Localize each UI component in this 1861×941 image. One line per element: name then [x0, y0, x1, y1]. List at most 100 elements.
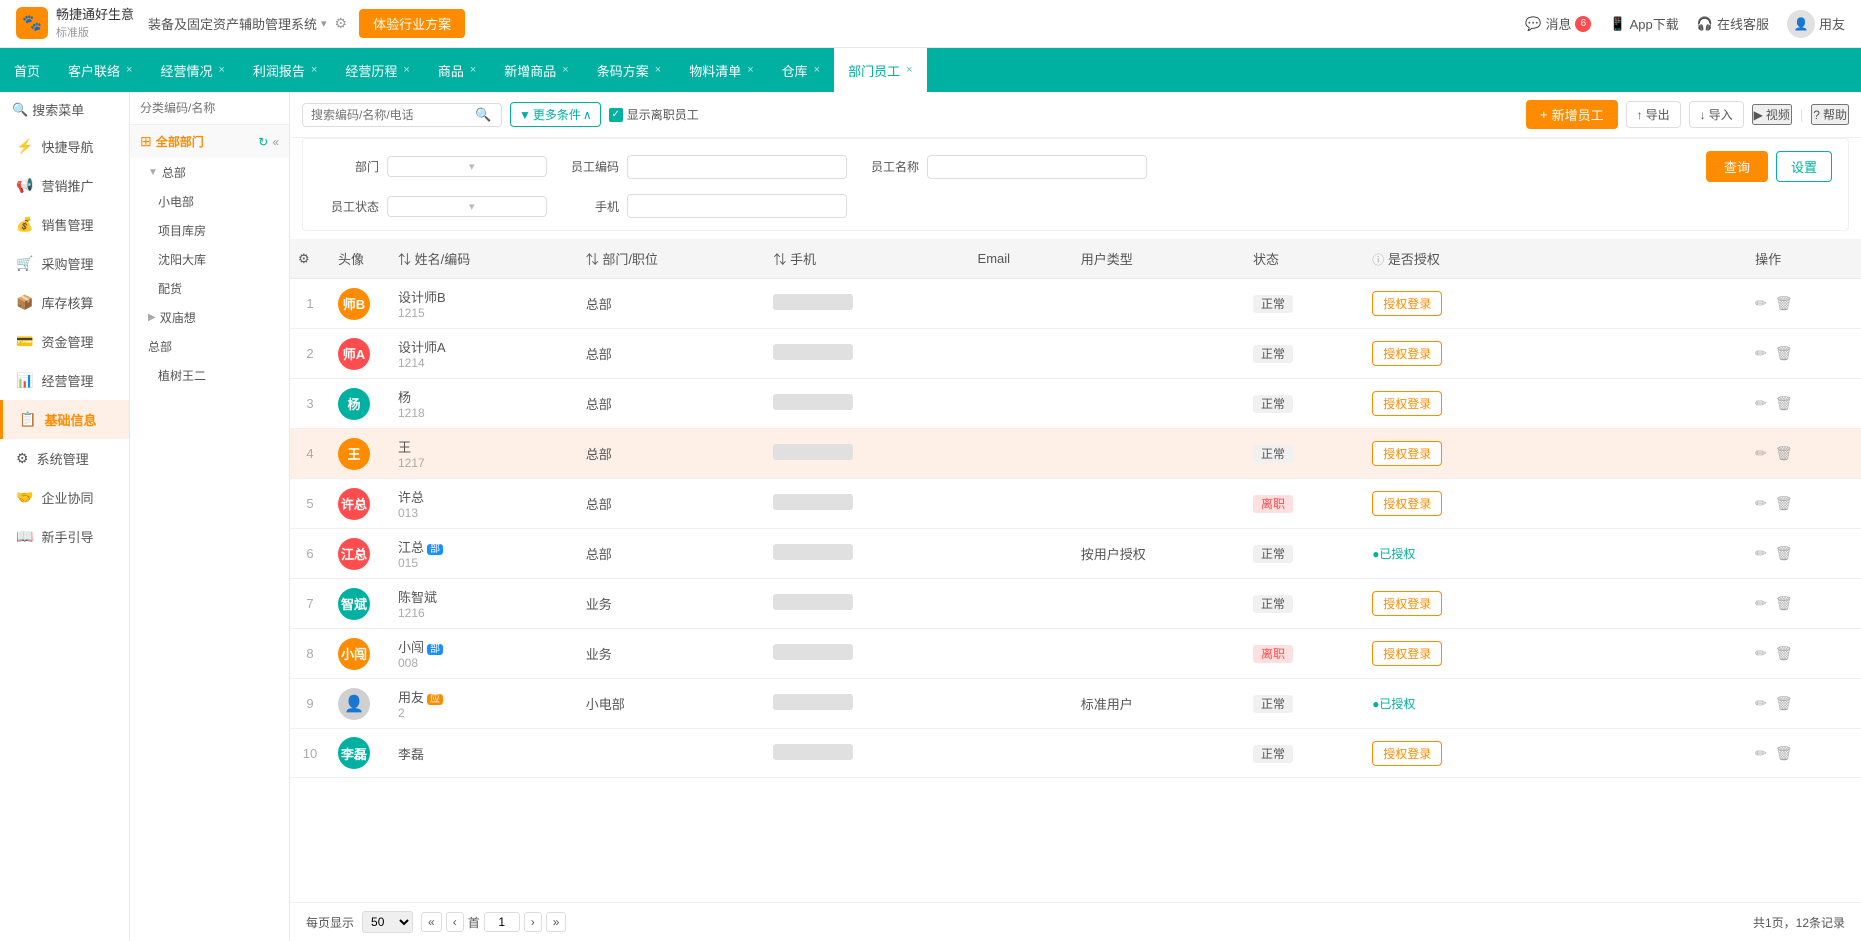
sidebar-item-finance[interactable]: 💳 资金管理	[0, 322, 129, 361]
nav-tab-客户联络[interactable]: 客户联络×	[54, 48, 146, 92]
delete-icon[interactable]: 🗑	[1775, 695, 1793, 712]
set-button[interactable]: 设置	[1776, 151, 1832, 182]
sidebar-item-inventory[interactable]: 📦 库存核算	[0, 283, 129, 322]
close-tab-icon[interactable]: ×	[814, 64, 820, 76]
dropdown-arrow-icon[interactable]: ▾	[321, 17, 327, 30]
nav-tab-经营历程[interactable]: 经营历程×	[331, 48, 423, 92]
delete-icon[interactable]: 🗑	[1775, 395, 1793, 412]
delete-icon[interactable]: 🗑	[1775, 595, 1793, 612]
close-tab-icon[interactable]: ×	[562, 64, 568, 76]
delete-icon[interactable]: 🗑	[1775, 495, 1793, 512]
close-tab-icon[interactable]: ×	[126, 64, 132, 76]
edit-icon[interactable]: ✏	[1755, 295, 1767, 312]
dept-item-projectroom[interactable]: 项目库房	[130, 216, 289, 245]
edit-icon[interactable]: ✏	[1755, 745, 1767, 762]
dept-search-input[interactable]	[140, 101, 290, 115]
col-phone[interactable]: ⇅ 手机	[765, 239, 969, 279]
auth-login-button[interactable]: 授权登录	[1372, 341, 1442, 366]
close-tab-icon[interactable]: ×	[218, 64, 224, 76]
delete-icon[interactable]: 🗑	[1775, 445, 1793, 462]
close-tab-icon[interactable]: ×	[311, 64, 317, 76]
delete-icon[interactable]: 🗑	[1775, 745, 1793, 762]
auth-login-button[interactable]: 授权登录	[1372, 441, 1442, 466]
edit-icon[interactable]: ✏	[1755, 545, 1767, 562]
close-tab-icon[interactable]: ×	[906, 64, 912, 76]
dept-item-hq2[interactable]: 总部	[130, 332, 289, 361]
edit-icon[interactable]: ✏	[1755, 445, 1767, 462]
user-area[interactable]: 👤 用友	[1787, 10, 1845, 38]
video-button[interactable]: ▶ 视频	[1752, 104, 1792, 125]
dept-select[interactable]: ▾	[387, 156, 547, 177]
sidebar-item-basic[interactable]: 📋 基础信息	[0, 400, 129, 439]
delete-icon[interactable]: 🗑	[1775, 295, 1793, 312]
auth-login-button[interactable]: 授权登录	[1372, 391, 1442, 416]
import-button[interactable]: ↓ 导入	[1689, 101, 1744, 128]
auth-login-button[interactable]: 授权登录	[1372, 641, 1442, 666]
auth-login-button[interactable]: 授权登录	[1372, 741, 1442, 766]
message-btn[interactable]: 💬 消息 6	[1525, 14, 1591, 33]
nav-tab-首页[interactable]: 首页	[0, 48, 54, 92]
search-menu-item[interactable]: 🔍 搜索菜单	[0, 92, 129, 127]
emp-status-select[interactable]: ▾	[387, 196, 547, 217]
edit-icon[interactable]: ✏	[1755, 345, 1767, 362]
nav-tab-利润报告[interactable]: 利润报告×	[239, 48, 331, 92]
auth-login-button[interactable]: 授权登录	[1372, 491, 1442, 516]
sidebar-item-business[interactable]: 📊 经营管理	[0, 361, 129, 400]
search-input[interactable]	[311, 108, 471, 122]
edit-icon[interactable]: ✏	[1755, 595, 1767, 612]
close-tab-icon[interactable]: ×	[655, 64, 661, 76]
settings-icon[interactable]: ⚙	[335, 15, 348, 32]
sidebar-item-system[interactable]: ⚙ 系统管理	[0, 439, 129, 478]
dept-item-shenyang[interactable]: 沈阳大库	[130, 245, 289, 274]
sidebar-item-collab[interactable]: 🤝 企业协同	[0, 478, 129, 517]
nav-tab-条码方案[interactable]: 条码方案×	[583, 48, 675, 92]
last-page-btn[interactable]: »	[546, 912, 567, 932]
prev-page-btn[interactable]: ‹	[446, 912, 464, 932]
edit-icon[interactable]: ✏	[1755, 395, 1767, 412]
delete-icon[interactable]: 🗑	[1775, 645, 1793, 662]
dept-item-xiaodian[interactable]: 小电部	[130, 187, 289, 216]
close-tab-icon[interactable]: ×	[470, 64, 476, 76]
search-icon[interactable]: 🔍	[475, 107, 491, 123]
dept-item-zhishu[interactable]: 植树王二	[130, 361, 289, 390]
col-name-code[interactable]: ⇅ 姓名/编码	[390, 239, 578, 279]
emp-name-input[interactable]	[927, 155, 1147, 179]
edit-icon[interactable]: ✏	[1755, 695, 1767, 712]
first-page-btn[interactable]: «	[421, 912, 442, 932]
col-settings[interactable]: ⚙	[290, 239, 330, 279]
nav-tab-商品[interactable]: 商品×	[424, 48, 490, 92]
phone-input[interactable]	[627, 194, 847, 218]
sidebar-item-quicknav[interactable]: ⚡ 快捷导航	[0, 127, 129, 166]
nav-tab-部门员工[interactable]: 部门员工×	[834, 48, 926, 92]
edit-icon[interactable]: ✏	[1755, 645, 1767, 662]
delete-icon[interactable]: 🗑	[1775, 545, 1793, 562]
auth-login-button[interactable]: 授权登录	[1372, 291, 1442, 316]
close-tab-icon[interactable]: ×	[403, 64, 409, 76]
delete-icon[interactable]: 🗑	[1775, 345, 1793, 362]
refresh-icon[interactable]: ↻	[258, 135, 268, 149]
next-page-btn[interactable]: ›	[524, 912, 542, 932]
dept-all-header[interactable]: ⊞ 全部部门 ↻ «	[130, 125, 289, 158]
info-icon[interactable]: ⓘ	[1372, 253, 1384, 267]
nav-tab-物料清单[interactable]: 物料清单×	[675, 48, 767, 92]
per-page-select[interactable]: 50 100	[362, 911, 413, 933]
edit-icon[interactable]: ✏	[1755, 495, 1767, 512]
collapse-icon[interactable]: «	[272, 135, 279, 149]
nav-tab-新增商品[interactable]: 新增商品×	[490, 48, 582, 92]
dept-item-headquarter[interactable]: ▼ 总部	[130, 158, 289, 187]
nav-tab-经营情况[interactable]: 经营情况×	[146, 48, 238, 92]
col-dept-position[interactable]: ⇅ 部门/职位	[578, 239, 766, 279]
more-filter-btn[interactable]: ▼ 更多条件 ∧	[510, 102, 601, 127]
online-help-btn[interactable]: 🎧 在线客服	[1697, 14, 1769, 33]
dept-item-shuangmiao[interactable]: ▶ 双庙想	[130, 303, 289, 332]
sidebar-item-guide[interactable]: 📖 新手引导	[0, 517, 129, 556]
export-button[interactable]: ↑ 导出	[1626, 101, 1681, 128]
help-button[interactable]: ? 帮助	[1811, 104, 1849, 125]
emp-code-input[interactable]	[627, 155, 847, 179]
nav-tab-仓库[interactable]: 仓库×	[768, 48, 834, 92]
app-download-btn[interactable]: 📱 App下载	[1609, 14, 1678, 33]
show-resigned-checkbox[interactable]: ✓ 显示离职员工	[609, 106, 699, 123]
trial-button[interactable]: 体验行业方案	[359, 9, 465, 38]
auth-login-button[interactable]: 授权登录	[1372, 591, 1442, 616]
sidebar-item-sales[interactable]: 💰 销售管理	[0, 205, 129, 244]
